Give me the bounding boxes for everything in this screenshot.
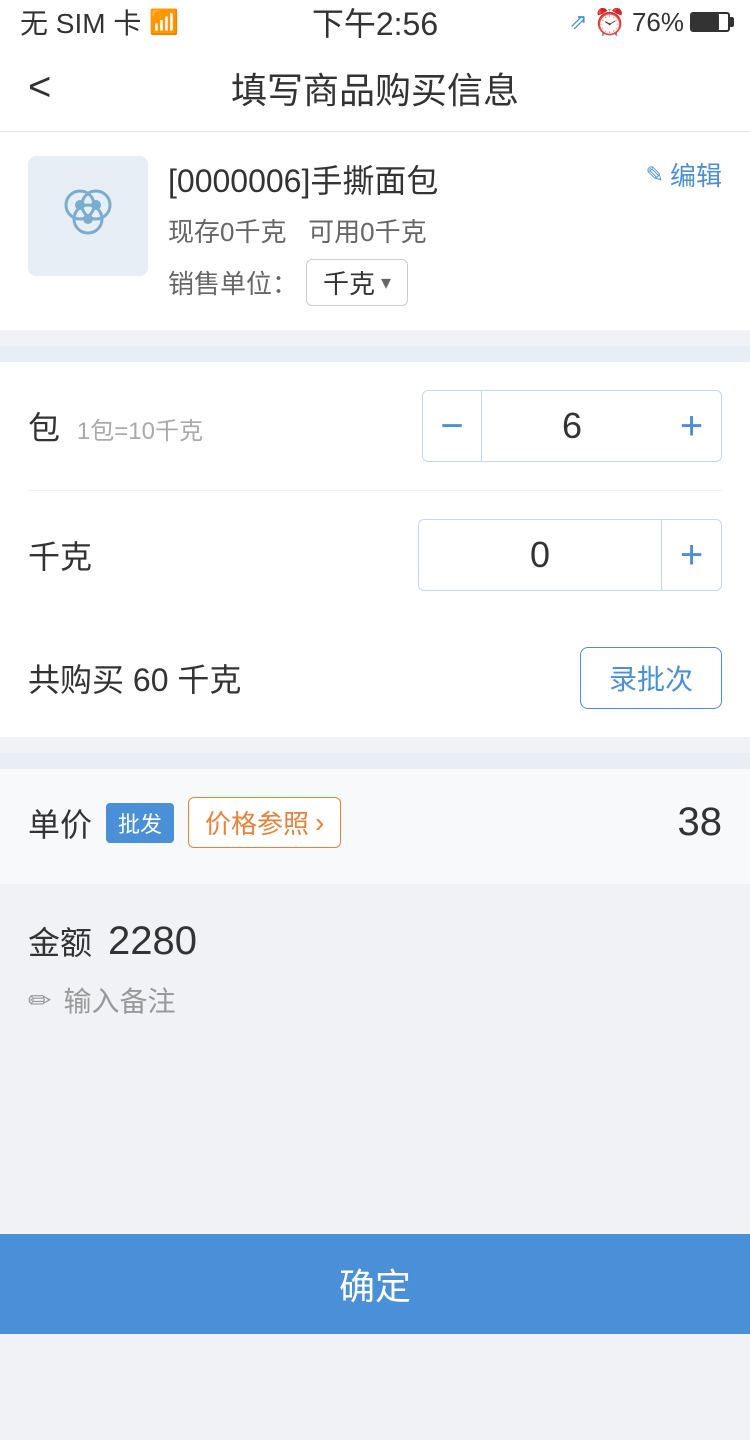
separator-1	[0, 346, 750, 362]
amount-label: 金额	[28, 918, 92, 964]
package-label: 包	[28, 410, 60, 446]
nav-bar: < 填写商品购买信息	[0, 44, 750, 132]
product-card: [0000006]手撕面包 ✎ 编辑 现存0千克 可用0千克 销售单位： 千克 …	[0, 132, 750, 330]
price-value: 38	[678, 800, 723, 845]
product-name: [0000006]手撕面包	[168, 156, 438, 202]
summary-section: 共购买 60 千克 录批次	[0, 619, 750, 737]
package-label-group: 包 1包=10千克	[28, 403, 203, 449]
price-ref-button[interactable]: 价格参照 ›	[188, 797, 341, 848]
unit-label: 销售单位：	[168, 264, 298, 301]
price-section: 单价 批发 价格参照 › 38	[0, 769, 750, 884]
remark-icon: ✏	[28, 984, 51, 1017]
summary-text: 共购买 60 千克	[28, 655, 241, 701]
unit-value: 千克	[323, 264, 375, 301]
stock-text: 现存0千克	[168, 217, 286, 247]
package-decrement-button[interactable]: −	[422, 390, 482, 462]
dropdown-arrow-icon: ▾	[381, 270, 391, 295]
package-hint: 1包=10千克	[77, 418, 203, 445]
product-image	[28, 156, 148, 276]
product-title: 手撕面包	[310, 163, 438, 199]
battery-text: 76%	[632, 7, 684, 38]
kilogram-increment-button[interactable]: +	[662, 519, 722, 591]
unit-price-label: 单价	[28, 800, 92, 846]
product-logo	[58, 183, 118, 250]
back-button[interactable]: <	[28, 65, 51, 110]
kilogram-qty-control: +	[418, 519, 722, 591]
edit-icon: ✎	[646, 162, 664, 188]
edit-label: 编辑	[670, 156, 722, 193]
status-bar: 无 SIM 卡 📶 下午2:56 ⇗ ⏰ 76%	[0, 0, 750, 44]
wifi-icon: 📶	[149, 8, 179, 37]
package-qty-input[interactable]	[482, 390, 662, 462]
price-row: 单价 批发 价格参照 › 38	[28, 797, 722, 848]
location-icon: ⇗	[569, 9, 587, 35]
unit-selector[interactable]: 千克 ▾	[306, 259, 408, 306]
remark-row[interactable]: ✏ 输入备注	[28, 980, 722, 1040]
price-tag-badge: 批发	[106, 803, 174, 843]
price-label-group: 单价 批发 价格参照 ›	[28, 797, 341, 848]
kilogram-label-group: 千克	[28, 532, 92, 578]
amount-value: 2280	[108, 919, 197, 964]
remark-text: 输入备注	[63, 980, 175, 1020]
product-info: [0000006]手撕面包 ✎ 编辑 现存0千克 可用0千克 销售单位： 千克 …	[168, 156, 722, 306]
package-input-row: 包 1包=10千克 − +	[28, 362, 722, 491]
package-qty-control: − +	[422, 390, 722, 462]
price-ref-label: 价格参照	[205, 804, 309, 841]
kilogram-input-row: 千克 +	[28, 491, 722, 619]
product-unit-row: 销售单位： 千克 ▾	[168, 259, 722, 306]
product-stock: 现存0千克 可用0千克	[168, 212, 722, 249]
batch-button[interactable]: 录批次	[580, 647, 722, 709]
separator-2	[0, 753, 750, 769]
status-time: 下午2:56	[312, 0, 438, 45]
page-title: 填写商品购买信息	[231, 62, 519, 114]
status-right: ⇗ ⏰ 76%	[569, 7, 730, 38]
carrier-text: 无 SIM 卡	[20, 2, 141, 42]
kilogram-qty-input[interactable]	[418, 519, 662, 591]
product-id: [0000006]	[168, 163, 310, 199]
available-text: 可用0千克	[308, 217, 426, 247]
edit-button[interactable]: ✎ 编辑	[646, 156, 722, 193]
package-increment-button[interactable]: +	[662, 390, 722, 462]
price-ref-arrow-icon: ›	[315, 807, 324, 839]
amount-section: 金额 2280 ✏ 输入备注	[0, 884, 750, 1040]
input-section: 包 1包=10千克 − + 千克 +	[0, 362, 750, 619]
confirm-button[interactable]: 确定	[0, 1234, 750, 1334]
status-left: 无 SIM 卡 📶	[20, 2, 179, 42]
amount-row: 金额 2280	[28, 908, 722, 964]
kilogram-label: 千克	[28, 539, 92, 575]
alarm-icon: ⏰	[594, 7, 626, 38]
battery-icon	[690, 12, 730, 32]
